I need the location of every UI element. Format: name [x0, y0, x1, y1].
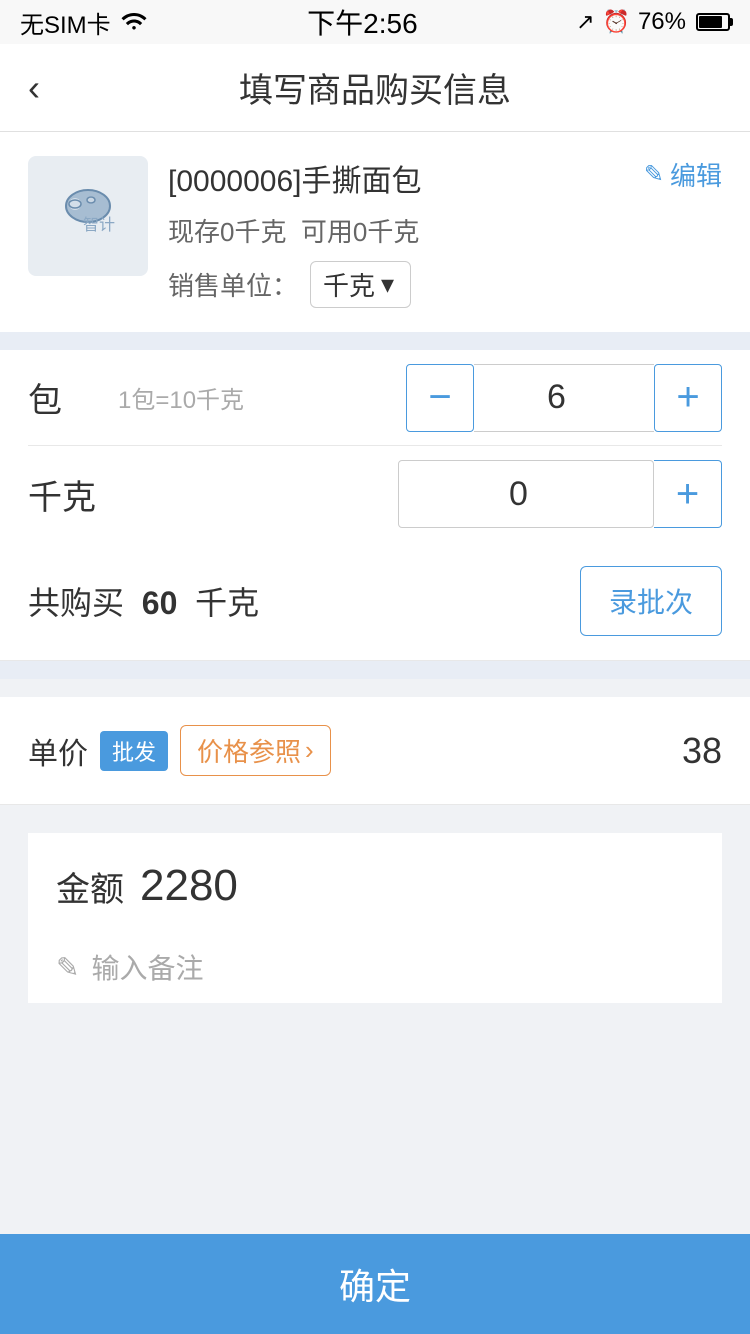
kg-row: 千克 + [28, 446, 722, 542]
kg-label: 千克 [28, 470, 108, 519]
kg-quantity-input[interactable] [398, 460, 654, 528]
price-section: 单价 批发 价格参照 › 38 [0, 697, 750, 805]
product-unit-row: 销售单位： 千克 ▾ [168, 261, 722, 308]
remark-placeholder: 输入备注 [91, 947, 203, 987]
battery-icon [696, 13, 730, 31]
product-name: [0000006]手撕面包 [168, 156, 722, 200]
status-time: 下午2:56 [307, 2, 418, 42]
product-stock: 现存0千克 可用0千克 [168, 212, 722, 249]
quantity-section: 包 1包=10千克 − + 千克 + [0, 350, 750, 542]
bag-plus-button[interactable]: + [654, 364, 722, 432]
location-icon: ↗ [576, 9, 594, 35]
bag-hint: 1包=10千克 [118, 380, 406, 415]
price-label: 单价 [28, 729, 88, 773]
batch-button[interactable]: 录批次 [580, 566, 722, 636]
price-ref-label: 价格参照 [197, 732, 301, 769]
separator-2 [0, 661, 750, 679]
price-ref-button[interactable]: 价格参照 › [180, 725, 331, 776]
edit-button[interactable]: ✎ 编辑 [644, 156, 722, 193]
separator-1 [0, 332, 750, 350]
kg-quantity-controls: + [398, 460, 722, 528]
total-row: 共购买 60 千克 录批次 [0, 542, 750, 661]
wifi-icon [119, 8, 149, 37]
unit-select[interactable]: 千克 ▾ [310, 261, 411, 308]
status-bar: 无SIM卡 下午2:56 ↗ ⏰ 76% [0, 0, 750, 44]
chevron-right-icon: › [305, 735, 314, 766]
bag-quantity-controls: − + [406, 364, 722, 432]
amount-value: 2280 [140, 861, 238, 911]
status-left: 无SIM卡 [20, 5, 149, 40]
nav-bar: ‹ 填写商品购买信息 [0, 44, 750, 132]
product-image: 智计 [28, 156, 148, 276]
price-row: 单价 批发 价格参照 › 38 [0, 697, 750, 805]
bag-quantity-input[interactable] [474, 364, 654, 432]
edit-icon: ✎ [644, 160, 664, 189]
confirm-button[interactable]: 确定 [339, 1258, 411, 1310]
amount-section: 金额 2280 ✎ 输入备注 [0, 805, 750, 1303]
page-title: 填写商品购买信息 [239, 63, 511, 112]
product-info: [0000006]手撕面包 现存0千克 可用0千克 销售单位： 千克 ▾ [168, 156, 722, 308]
battery-text: 76% [638, 8, 686, 36]
back-button[interactable]: ‹ [28, 67, 40, 109]
total-text: 共购买 60 千克 [28, 578, 580, 624]
carrier-text: 无SIM卡 [20, 5, 111, 40]
product-card: 智计 [0000006]手撕面包 现存0千克 可用0千克 销售单位： 千克 ▾ … [0, 132, 750, 332]
price-tag: 批发 [100, 731, 168, 771]
bag-row: 包 1包=10千克 − + [28, 350, 722, 446]
remark-row[interactable]: ✎ 输入备注 [56, 931, 694, 1003]
kg-plus-button[interactable]: + [654, 460, 722, 528]
bag-label: 包 [28, 373, 108, 422]
price-value: 38 [682, 730, 722, 772]
amount-row: 金额 2280 [56, 861, 694, 911]
svg-text:智计: 智计 [83, 216, 115, 234]
chevron-down-icon: ▾ [381, 269, 394, 300]
confirm-footer[interactable]: 确定 [0, 1234, 750, 1334]
alarm-icon: ⏰ [603, 9, 630, 35]
amount-label: 金额 [56, 862, 124, 911]
remark-icon: ✎ [56, 951, 79, 984]
bag-minus-button[interactable]: − [406, 364, 474, 432]
status-right: ↗ ⏰ 76% [576, 8, 730, 36]
